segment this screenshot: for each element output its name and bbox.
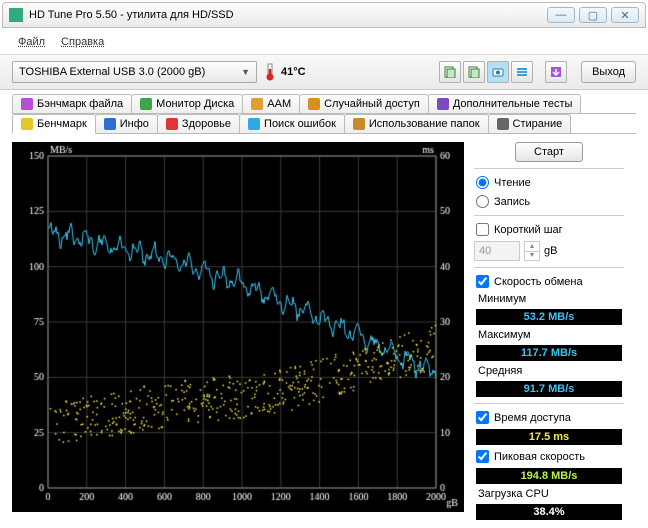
toolbar: TOSHIBA External USB 3.0 (2000 gB) ▼ 41°… [0,54,648,90]
avg-value: 91.7 MB/s [476,381,622,397]
window-title: HD Tune Pro 5.50 - утилита для HD/SSD [29,9,234,21]
tab-row-main: БенчмаркИнфоЗдоровьеПоиск ошибокИспользо… [12,114,636,134]
thermometer-icon [265,63,275,81]
tab-icon [166,118,178,130]
temperature-display: 41°C [265,63,306,81]
tab-icon [251,98,263,110]
short-step-checkbox[interactable]: Короткий шаг [474,222,624,237]
toolbar-button-group-1 [439,61,533,83]
close-button[interactable]: ✕ [611,7,639,23]
tab-поиск-ошибок[interactable]: Поиск ошибок [239,114,345,133]
burst-value: 194.8 MB/s [476,468,622,484]
tab-случайный-доступ[interactable]: Случайный доступ [299,94,429,113]
tab-бенчмарк[interactable]: Бенчмарк [12,114,96,134]
tab-дополнительные-тесты[interactable]: Дополнительные тесты [428,94,582,113]
screenshot-button[interactable] [487,61,509,83]
drive-select-value: TOSHIBA External USB 3.0 (2000 gB) [19,66,205,78]
read-radio[interactable]: Чтение [474,175,624,190]
save-button[interactable] [545,61,567,83]
menubar: Файл Справка [0,30,648,54]
step-spinner: ▲▼ [524,241,540,261]
copy-info-button[interactable] [439,61,461,83]
settings-button[interactable] [511,61,533,83]
avg-label: Средняя [474,365,624,377]
menu-file[interactable]: Файл [12,34,51,50]
tab-icon [104,118,116,130]
tab-icon [21,98,33,110]
write-radio[interactable]: Запись [474,194,624,209]
copy-screenshot-button[interactable] [463,61,485,83]
access-time-checkbox[interactable]: Время доступа [474,410,624,425]
step-size-input [474,241,520,261]
tab-icon [308,98,320,110]
max-value: 117.7 MB/s [476,345,622,361]
tab-инфо[interactable]: Инфо [95,114,158,133]
benchmark-chart [12,142,464,512]
toolbar-button-group-2 [545,61,567,83]
tab-icon [353,118,365,130]
maximize-button[interactable]: ▢ [579,7,607,23]
drive-select[interactable]: TOSHIBA External USB 3.0 (2000 gB) ▼ [12,61,257,83]
minimize-button[interactable]: — [547,7,575,23]
tab-здоровье[interactable]: Здоровье [157,114,240,133]
tab-icon [21,118,33,130]
cpu-label: Загрузка CPU [474,488,624,500]
tab-row-extra: Бэнчмарк файлаМонитор ДискаAAMСлучайный … [12,94,636,114]
tab-стирание[interactable]: Стирание [488,114,572,133]
app-icon [9,8,23,22]
menu-help[interactable]: Справка [55,34,110,50]
start-button[interactable]: Старт [515,142,583,162]
tab-icon [140,98,152,110]
burst-rate-checkbox[interactable]: Пиковая скорость [474,449,624,464]
temperature-value: 41°C [281,66,306,78]
tab-icon [437,98,449,110]
tab-использование-папок[interactable]: Использование папок [344,114,489,133]
min-value: 53.2 MB/s [476,309,622,325]
exit-button[interactable]: Выход [581,61,636,83]
side-panel: Старт Чтение Запись Короткий шаг ▲▼ gB С… [474,142,624,520]
min-label: Минимум [474,293,624,305]
tab-aam[interactable]: AAM [242,94,300,113]
chevron-down-icon: ▼ [241,67,250,77]
step-unit: gB [544,245,557,257]
titlebar: HD Tune Pro 5.50 - утилита для HD/SSD — … [2,2,646,28]
tab-монитор-диска[interactable]: Монитор Диска [131,94,243,113]
cpu-value: 38.4% [476,504,622,520]
tab-icon [497,118,509,130]
tab-icon [248,118,260,130]
tab-бэнчмарк-файла[interactable]: Бэнчмарк файла [12,94,132,113]
max-label: Максимум [474,329,624,341]
access-value: 17.5 ms [476,429,622,445]
transfer-rate-checkbox[interactable]: Скорость обмена [474,274,624,289]
